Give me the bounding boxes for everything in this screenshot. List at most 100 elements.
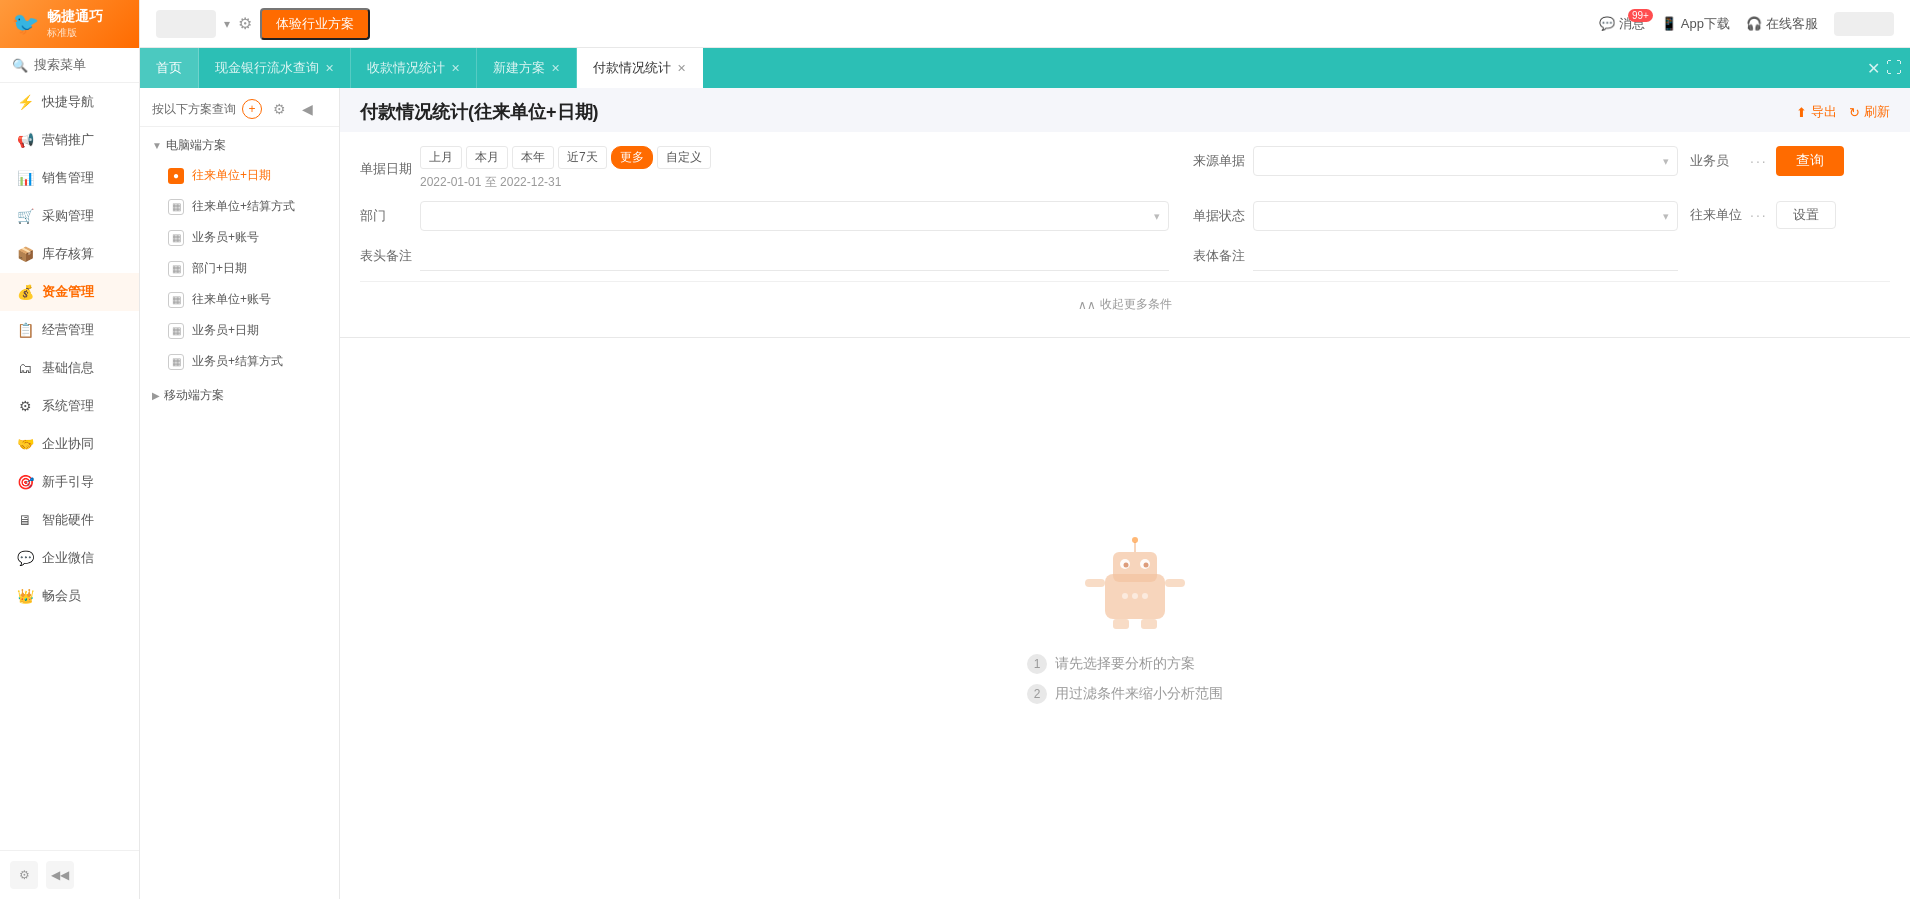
tab-list: 首页现金银行流水查询✕收款情况统计✕新建方案✕付款情况统计✕ (140, 48, 703, 88)
scheme-list: ●往来单位+日期▦往来单位+结算方式▦业务员+账号▦部门+日期▦往来单位+账号▦… (140, 160, 339, 377)
tab-pay-stats[interactable]: 付款情况统计✕ (577, 48, 703, 88)
collapse-bar: ∧∧ 收起更多条件 (360, 281, 1890, 327)
scheme-item-0[interactable]: ●往来单位+日期 (140, 160, 339, 191)
tab-home[interactable]: 首页 (140, 48, 199, 88)
sidebar-item-system[interactable]: ⚙系统管理 (0, 387, 139, 425)
tab-close-new-scheme[interactable]: ✕ (551, 62, 560, 75)
tab-close-bank-flow[interactable]: ✕ (325, 62, 334, 75)
scheme-item-5[interactable]: ▦业务员+日期 (140, 315, 339, 346)
tab-maximize-icon[interactable]: ⛶ (1886, 59, 1902, 77)
scheme-label-6: 业务员+结算方式 (192, 353, 283, 370)
sidebar-item-purchase[interactable]: 🛒采购管理 (0, 197, 139, 235)
nav-icon-finance: 💰 (16, 283, 34, 301)
nav-icon-sales: 📊 (16, 169, 34, 187)
dept-select[interactable]: ▾ (420, 201, 1169, 231)
sidebar-item-marketing[interactable]: 📢营销推广 (0, 121, 139, 159)
nav-icon-smart-hw: 🖥 (16, 511, 34, 529)
tab-bank-flow[interactable]: 现金银行流水查询✕ (199, 48, 351, 88)
scheme-item-2[interactable]: ▦业务员+账号 (140, 222, 339, 253)
scheme-icon-0: ● (168, 168, 184, 184)
sidebar-item-finance[interactable]: 💰 资金管理 (0, 273, 139, 311)
query-btn[interactable]: 查询 (1776, 146, 1844, 176)
sidebar-nav: ⚡快捷导航📢营销推广📊销售管理🛒采购管理📦库存核算 💰 资金管理 📋经营管理 🗂 基础信息… (0, 83, 139, 850)
tab-payment-stats[interactable]: 收款情况统计✕ (351, 48, 477, 88)
topbar-gear-icon[interactable]: ⚙ (238, 14, 252, 33)
scheme-item-3[interactable]: ▦部门+日期 (140, 253, 339, 284)
scheme-icon-3: ▦ (168, 261, 184, 277)
svg-point-7 (1132, 537, 1138, 543)
pc-scheme-group-header[interactable]: ▼ 电脑端方案 (140, 131, 339, 160)
sidebar-item-sales[interactable]: 📊销售管理 (0, 159, 139, 197)
sidebar-item-enterprise[interactable]: 🤝企业协同 (0, 425, 139, 463)
date-range-text: 2022-01-01 至 2022-12-31 (420, 174, 711, 191)
tab-new-scheme[interactable]: 新建方案✕ (477, 48, 577, 88)
svg-point-13 (1132, 593, 1138, 599)
collapse-footer-btn[interactable]: ◀◀ (46, 861, 74, 889)
scheme-settings-btn[interactable]: ⚙ (268, 98, 290, 120)
sidebar-item-beginner[interactable]: 🎯新手引导 (0, 463, 139, 501)
nav-icon-basic: 🗂 (16, 359, 34, 377)
date-btn-this-month[interactable]: 本月 (466, 146, 508, 169)
nav-label-wechat: 企业微信 (42, 549, 94, 567)
online-service-btn[interactable]: 🎧 在线客服 (1746, 15, 1818, 33)
nav-label-enterprise: 企业协同 (42, 435, 94, 453)
scheme-icon-5: ▦ (168, 323, 184, 339)
date-btn-7days[interactable]: 近7天 (558, 146, 607, 169)
sidebar-footer: ⚙ ◀◀ (0, 850, 139, 899)
date-label: 单据日期 (360, 160, 412, 178)
scheme-item-1[interactable]: ▦往来单位+结算方式 (140, 191, 339, 222)
sidebar-item-smart-hw[interactable]: 🖥 智能硬件 (0, 501, 139, 539)
add-scheme-btn[interactable]: + (242, 99, 262, 119)
nav-label-system: 系统管理 (42, 397, 94, 415)
topbar-dropdown-arrow[interactable]: ▾ (224, 17, 230, 31)
nav-label-basic: 基础信息 (42, 359, 94, 377)
sidebar-search[interactable]: 🔍 搜索菜单 (0, 48, 139, 83)
mobile-scheme-group-header[interactable]: ▶ 移动端方案 (140, 381, 339, 410)
empty-state: 1 请先选择要分析的方案 2 用过滤条件来缩小分析范围 (340, 338, 1910, 899)
collapse-left-btn[interactable]: ◀ (296, 98, 318, 120)
status-select[interactable]: ▾ (1253, 201, 1678, 231)
source-arrow-icon: ▾ (1663, 155, 1669, 168)
nav-label-finance: 资金管理 (42, 283, 94, 301)
collapse-label: 收起更多条件 (1100, 296, 1172, 313)
topbar-right: 💬 消息 99+ 📱 App下载 🎧 在线客服 (1599, 12, 1894, 36)
refresh-label: 刷新 (1864, 103, 1890, 121)
tab-close-pay-stats[interactable]: ✕ (677, 62, 686, 75)
export-btn[interactable]: ⬆ 导出 (1796, 103, 1837, 121)
nav-icon-operation: 📋 (16, 321, 34, 339)
refresh-btn[interactable]: ↻ 刷新 (1849, 103, 1890, 121)
partner-dots[interactable]: ··· (1750, 207, 1768, 223)
sidebar-item-inventory[interactable]: 📦库存核算 (0, 235, 139, 273)
business-dots[interactable]: ··· (1750, 153, 1768, 169)
nav-label-smart-hw: 智能硬件 (42, 511, 94, 529)
scheme-item-4[interactable]: ▦往来单位+账号 (140, 284, 339, 315)
header-note-input[interactable] (420, 241, 1169, 271)
filter-date: 单据日期 上月 本月 本年 近7天 更多 自定义 2022-01-01 至 20… (360, 146, 1169, 191)
tab-close-all-icon[interactable]: ✕ (1867, 59, 1880, 78)
svg-rect-9 (1141, 619, 1157, 629)
tab-close-payment-stats[interactable]: ✕ (451, 62, 460, 75)
user-avatar[interactable] (1834, 12, 1894, 36)
trial-btn[interactable]: 体验行业方案 (260, 8, 370, 40)
source-select[interactable]: ▾ (1253, 146, 1678, 176)
sidebar-item-basic[interactable]: 🗂 基础信息 (0, 349, 139, 387)
topbar: ▾ ⚙ 体验行业方案 💬 消息 99+ 📱 App下载 🎧 在线客服 (140, 0, 1910, 48)
sidebar-item-quick-nav[interactable]: ⚡快捷导航 (0, 83, 139, 121)
date-btn-custom[interactable]: 自定义 (657, 146, 711, 169)
date-btn-last-month[interactable]: 上月 (420, 146, 462, 169)
sidebar-item-wechat[interactable]: 💬企业微信 (0, 539, 139, 577)
nav-icon-purchase: 🛒 (16, 207, 34, 225)
sidebar-item-vip[interactable]: 👑畅会员 (0, 577, 139, 615)
status-label: 单据状态 (1193, 207, 1245, 225)
settings-footer-btn[interactable]: ⚙ (10, 861, 38, 889)
body-note-input[interactable] (1253, 241, 1678, 271)
settings-btn[interactable]: 设置 (1776, 201, 1836, 229)
date-btn-this-year[interactable]: 本年 (512, 146, 554, 169)
collapse-btn[interactable]: ∧∧ 收起更多条件 (1066, 290, 1184, 319)
date-btn-more[interactable]: 更多 (611, 146, 653, 169)
scheme-item-6[interactable]: ▦业务员+结算方式 (140, 346, 339, 377)
messages-btn[interactable]: 💬 消息 99+ (1599, 15, 1645, 33)
sidebar-item-operation[interactable]: 📋经营管理 (0, 311, 139, 349)
page-actions: ⬆ 导出 ↻ 刷新 (1796, 103, 1890, 121)
app-download-btn[interactable]: 📱 App下载 (1661, 15, 1730, 33)
